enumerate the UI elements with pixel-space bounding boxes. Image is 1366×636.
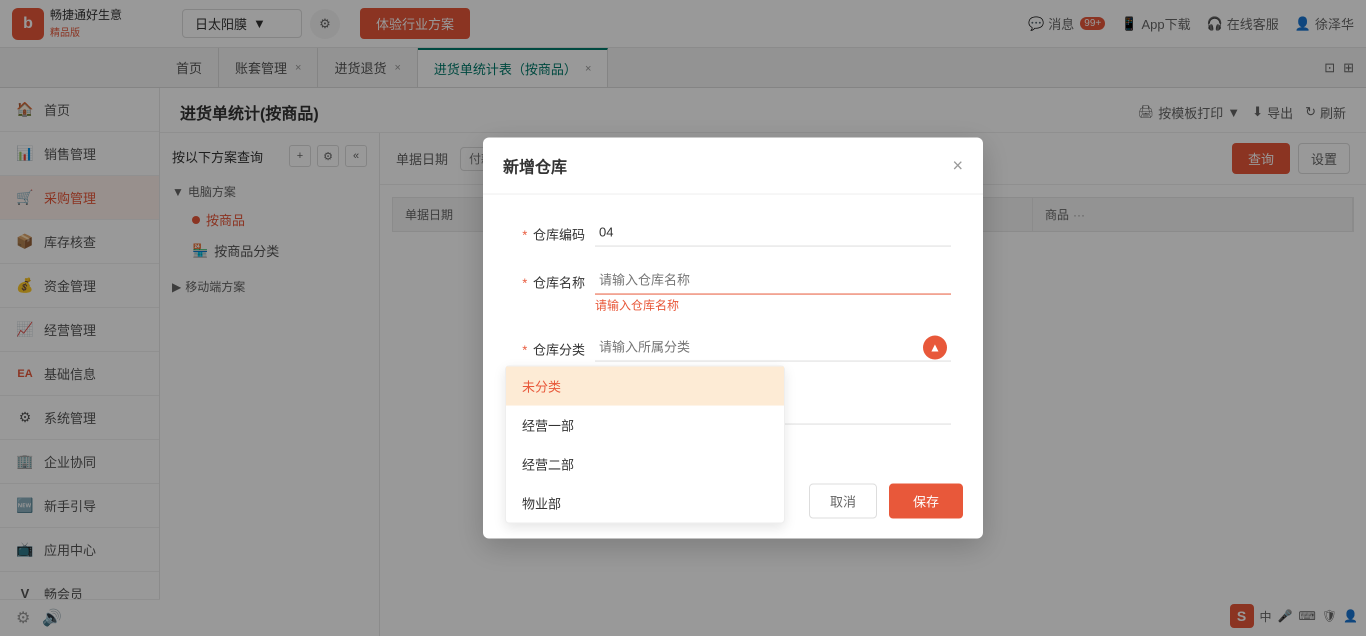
save-button[interactable]: 保存 — [889, 484, 963, 519]
new-warehouse-modal: 新增仓库 × * 仓库编码 * 仓库名称 请输入仓库名称 — [483, 138, 983, 539]
name-error-msg: 请输入仓库名称 — [595, 297, 951, 314]
code-label: * 仓库编码 — [515, 219, 595, 244]
required-star-name: * — [522, 276, 527, 291]
modal-close-button[interactable]: × — [952, 155, 963, 176]
name-field: 请输入仓库名称 — [595, 267, 951, 314]
category-label: * 仓库分类 — [515, 334, 595, 359]
required-star-category: * — [522, 343, 527, 358]
name-input[interactable] — [595, 267, 951, 295]
required-star-code: * — [522, 228, 527, 243]
dropdown-item-2[interactable]: 经营二部 — [506, 445, 784, 484]
dropdown-item-0[interactable]: 未分类 — [506, 367, 784, 406]
modal-header: 新增仓库 × — [483, 138, 983, 195]
form-row-name: * 仓库名称 请输入仓库名称 — [515, 267, 951, 314]
category-input-wrap: ▲ — [595, 334, 951, 362]
code-input[interactable] — [595, 219, 951, 247]
modal-body: * 仓库编码 * 仓库名称 请输入仓库名称 * 仓库分类 — [483, 195, 983, 472]
dropdown-item-1[interactable]: 经营一部 — [506, 406, 784, 445]
chevron-up-icon: ▲ — [929, 341, 941, 355]
name-label: * 仓库名称 — [515, 267, 595, 292]
category-input[interactable] — [595, 334, 951, 362]
modal-title: 新增仓库 — [503, 154, 567, 178]
category-toggle-button[interactable]: ▲ — [923, 336, 947, 360]
form-row-code: * 仓库编码 — [515, 219, 951, 247]
cancel-button[interactable]: 取消 — [809, 484, 877, 519]
category-dropdown: 未分类 经营一部 经营二部 物业部 — [505, 366, 785, 524]
category-field: ▲ 未分类 经营一部 经营二部 物业部 — [595, 334, 951, 362]
code-field — [595, 219, 951, 247]
form-row-category: * 仓库分类 ▲ 未分类 经营一部 — [515, 334, 951, 362]
dropdown-item-3[interactable]: 物业部 — [506, 484, 784, 523]
